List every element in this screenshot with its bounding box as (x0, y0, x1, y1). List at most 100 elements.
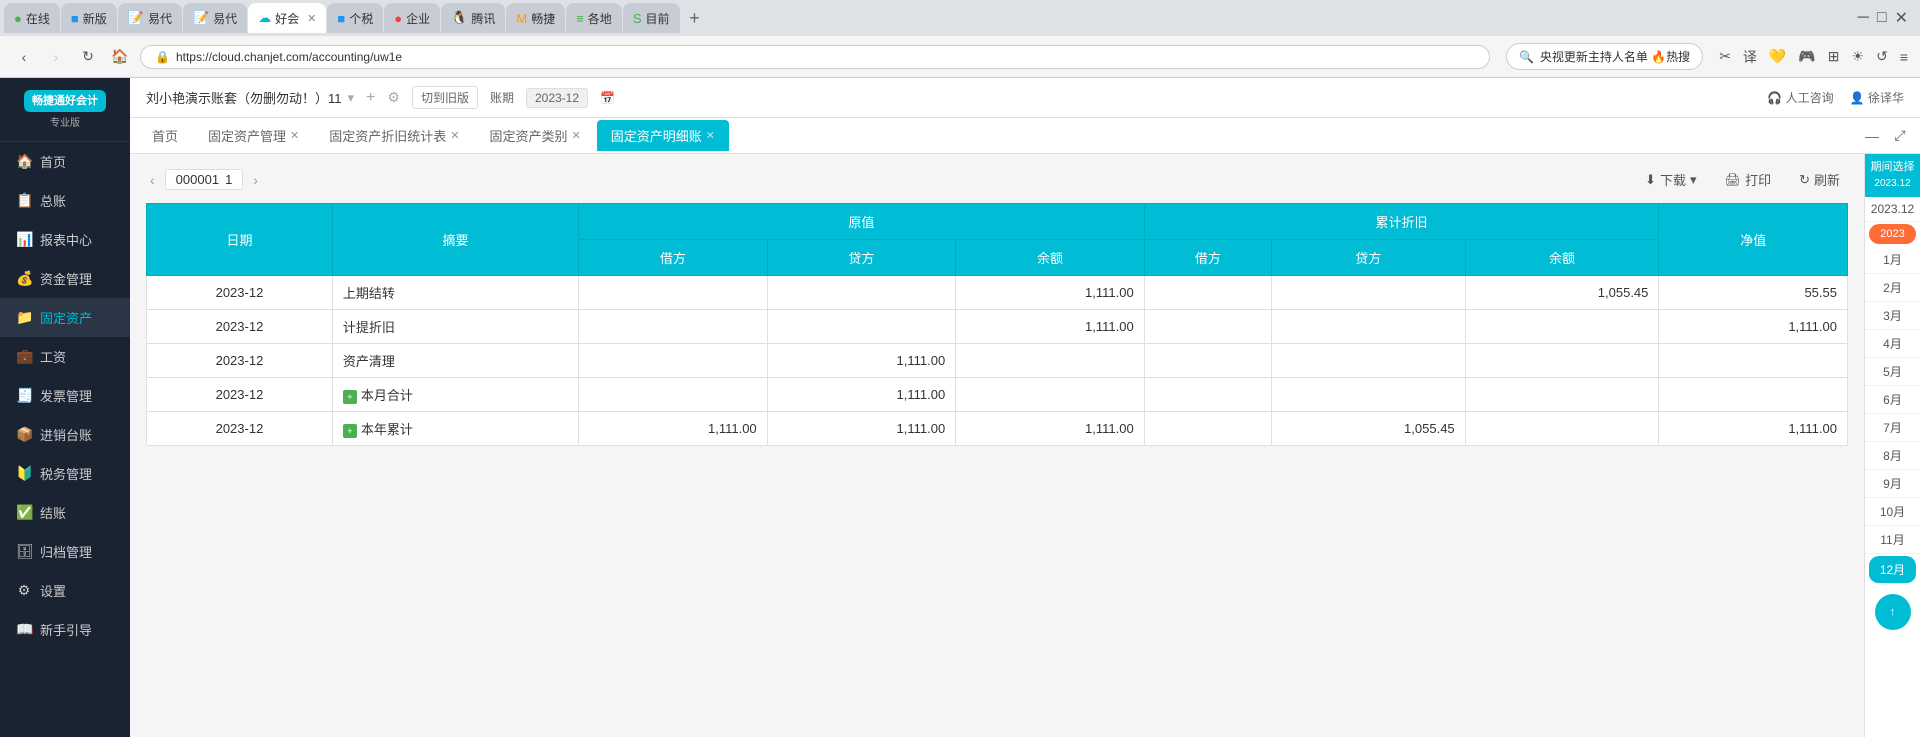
home-btn[interactable]: 🏠 (108, 45, 132, 69)
browser-tab-gedi[interactable]: ≡ 各地 (566, 3, 622, 33)
period-panel-header: 期间选择 2023.12 (1865, 154, 1920, 197)
add-account-btn[interactable]: + (366, 89, 375, 107)
headset-icon: 🎧 (1767, 91, 1782, 105)
new-tab-button[interactable]: + (681, 4, 709, 32)
sidebar-item-tax[interactable]: 🔰 税务管理 (0, 454, 130, 493)
browser-tab-changjie[interactable]: M 畅捷 (506, 3, 565, 33)
period-item-5[interactable]: 5月 (1865, 358, 1920, 386)
browser-tab-xinban[interactable]: ■ 新版 (61, 3, 117, 33)
settings-btn-header[interactable]: ⚙ (387, 89, 400, 106)
row-date: 2023-12 (147, 276, 333, 310)
minimize-btn[interactable]: ─ (1858, 9, 1869, 27)
tab-asset-detail[interactable]: 固定资产明细账 ✕ (597, 120, 729, 151)
maximize-btn[interactable]: □ (1877, 9, 1887, 27)
period-item-1[interactable]: 1月 (1865, 246, 1920, 274)
period-item-9[interactable]: 9月 (1865, 470, 1920, 498)
tab-fixed-asset-mgmt[interactable]: 固定资产管理 ✕ (194, 120, 313, 151)
orig-debit (579, 310, 768, 344)
tab-actions: — ⤢ (1860, 124, 1912, 148)
browser-tab-zaixin[interactable]: ● 在线 (4, 3, 60, 33)
print-btn[interactable]: 🖨 打印 (1717, 166, 1780, 193)
sidebar-item-fixed-assets[interactable]: 📁 固定资产 (0, 298, 130, 337)
translate-icon[interactable]: 译 (1743, 47, 1757, 67)
search-bar[interactable]: 🔍 央视更新主持人名单 🔥热搜 (1506, 43, 1703, 70)
expand-tab-btn[interactable]: ⤢ (1888, 124, 1912, 148)
period-item-11[interactable]: 11月 (1865, 526, 1920, 554)
tab-close-icon[interactable]: ✕ (572, 129, 581, 142)
account-dropdown-icon[interactable]: ▾ (348, 90, 355, 106)
period-item-10[interactable]: 10月 (1865, 498, 1920, 526)
address-bar[interactable]: 🔒 https://cloud.chanjet.com/accounting/u… (140, 45, 1490, 69)
prev-page-btn[interactable]: ‹ (146, 170, 159, 190)
period-item-7[interactable]: 7月 (1865, 414, 1920, 442)
sidebar-item-closing[interactable]: ✅ 结账 (0, 493, 130, 532)
search-text: 央视更新主持人名单 🔥热搜 (1540, 48, 1690, 65)
sidebar-item-label: 归档管理 (40, 542, 92, 561)
orig-balance-header: 余额 (956, 240, 1145, 276)
dep-credit (1271, 310, 1465, 344)
sidebar: 畅捷通好会计 专业版 🏠 首页 📋 总账 📊 报表中心 💰 资金管理 📁 固定资… (0, 78, 130, 737)
browser-tab-geshui[interactable]: ■ 个税 (327, 3, 383, 33)
reload-btn[interactable]: ↻ (76, 45, 100, 69)
sidebar-item-general-ledger[interactable]: 📋 总账 (0, 181, 130, 220)
table-row: 2023-12 资产清理 1,111.00 (147, 344, 1848, 378)
tab-close-icon[interactable]: ✕ (290, 129, 299, 142)
tab-close-btn[interactable]: ✕ (307, 12, 316, 25)
scissors-icon[interactable]: ✂ (1719, 48, 1731, 65)
calendar-icon[interactable]: 📅 (600, 91, 615, 105)
period-item-2[interactable]: 2月 (1865, 274, 1920, 302)
sidebar-item-reports[interactable]: 📊 报表中心 (0, 220, 130, 259)
minimize-tab-btn[interactable]: — (1860, 124, 1884, 148)
period-item-6[interactable]: 6月 (1865, 386, 1920, 414)
gamepad-icon[interactable]: 🎮 (1798, 48, 1815, 65)
period-year-2023[interactable]: 2023 (1869, 224, 1916, 244)
tab-asset-category[interactable]: 固定资产类别 ✕ (475, 120, 594, 151)
sidebar-item-inventory[interactable]: 📦 进销台账 (0, 415, 130, 454)
forward-btn[interactable]: › (44, 45, 68, 69)
browser-tab-tencent[interactable]: 🐧 腾讯 (441, 3, 505, 33)
grid-icon[interactable]: ⊞ (1828, 48, 1840, 65)
period-item-2023-12[interactable]: 2023.12 (1865, 197, 1920, 222)
tab-home[interactable]: 首页 (138, 120, 192, 151)
period-item-4[interactable]: 4月 (1865, 330, 1920, 358)
brightness-icon[interactable]: ☀ (1852, 48, 1865, 65)
refresh-btn[interactable]: ↻ 刷新 (1791, 166, 1848, 193)
sidebar-item-invoice[interactable]: 🧾 发票管理 (0, 376, 130, 415)
user-avatar[interactable]: 👤 徐译华 (1850, 89, 1904, 106)
next-page-btn[interactable]: › (249, 170, 262, 190)
row-summary: 资产清理 (332, 344, 578, 378)
period-item-3[interactable]: 3月 (1865, 302, 1920, 330)
browser-tab-yidai2[interactable]: 📝 易代 (183, 3, 247, 33)
tab-depreciation-report[interactable]: 固定资产折旧统计表 ✕ (315, 120, 473, 151)
sidebar-item-funds[interactable]: 💰 资金管理 (0, 259, 130, 298)
tab-close-icon[interactable]: ✕ (706, 129, 715, 142)
browser-tab-qiye[interactable]: ● 企业 (384, 3, 440, 33)
period-item-8[interactable]: 8月 (1865, 442, 1920, 470)
scroll-up-btn[interactable]: ↑ (1875, 594, 1911, 630)
assistant-btn[interactable]: 🎧 人工咨询 (1767, 89, 1833, 106)
sidebar-item-archive[interactable]: 🗄 归档管理 (0, 532, 130, 571)
tab-label: 好会 (275, 10, 299, 27)
dep-credit-header: 贷方 (1271, 240, 1465, 276)
wallet-icon[interactable]: 💛 (1769, 48, 1786, 65)
back-btn[interactable]: ‹ (12, 45, 36, 69)
menu-icon[interactable]: ≡ (1900, 49, 1908, 65)
period-item-12[interactable]: 12月 (1869, 556, 1916, 584)
sidebar-item-settings[interactable]: ⚙ 设置 (0, 571, 130, 610)
browser-tab-yidai1[interactable]: 📝 易代 (118, 3, 182, 33)
download-btn[interactable]: ⬇ 下载 ▾ (1637, 166, 1704, 193)
undo-icon[interactable]: ↺ (1876, 48, 1888, 65)
row-summary: +本月合计 (332, 378, 578, 412)
switch-version-btn[interactable]: 切到旧版 (412, 86, 478, 109)
sidebar-item-guide[interactable]: 📖 新手引导 (0, 610, 130, 649)
tab-close-icon[interactable]: ✕ (450, 129, 459, 142)
sidebar-item-home[interactable]: 🏠 首页 (0, 142, 130, 181)
close-window-btn[interactable]: ✕ (1895, 8, 1908, 28)
sidebar-item-payroll[interactable]: 💼 工资 (0, 337, 130, 376)
dep-debit (1144, 412, 1271, 446)
period-tag[interactable]: 2023-12 (526, 88, 588, 108)
orig-credit (767, 310, 956, 344)
orig-credit: 1,111.00 (767, 378, 956, 412)
browser-tab-muqian[interactable]: S 目前 (623, 3, 680, 33)
browser-tab-haohui[interactable]: ☁ 好会 ✕ (248, 3, 326, 33)
